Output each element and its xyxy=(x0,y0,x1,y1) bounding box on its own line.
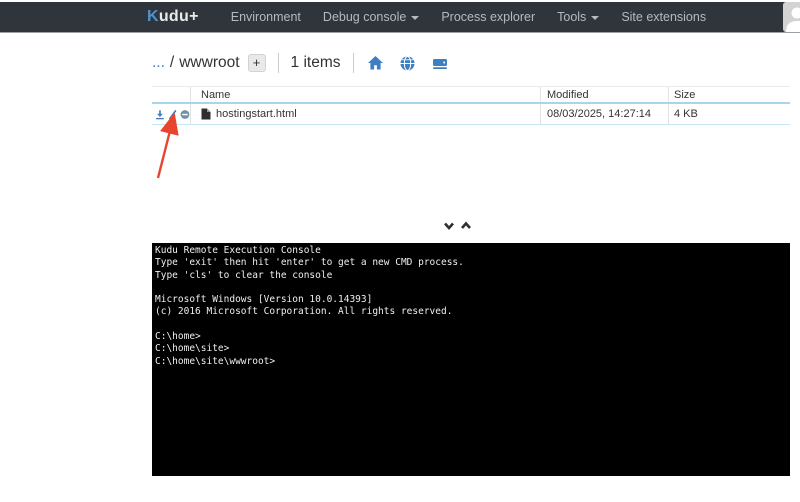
breadcrumb: ... / wwwroot + 1 items xyxy=(152,49,448,77)
breadcrumb-separator: / xyxy=(169,54,175,71)
table-row: hostingstart.html 08/03/2025, 14:27:14 4… xyxy=(152,104,790,125)
divider xyxy=(277,53,279,73)
edit-icon[interactable] xyxy=(168,108,177,121)
console-line: (c) 2016 Microsoft Corporation. All righ… xyxy=(155,306,453,318)
divider xyxy=(352,53,354,73)
nav-item-tools[interactable]: Tools xyxy=(546,10,610,24)
console-prompt-line: C:\home\site\wwwroot> xyxy=(155,355,276,367)
file-table: Name Modified Size hostingstart.html 08/… xyxy=(152,86,790,125)
nav-item-debug-console[interactable]: Debug console xyxy=(312,10,430,24)
file-name: hostingstart.html xyxy=(216,108,297,120)
console-line: Kudu Remote Execution Console xyxy=(155,245,321,256)
caret-down-icon xyxy=(591,15,600,20)
file-name-cell: hostingstart.html xyxy=(190,104,540,124)
console-line: Type 'exit' then hit 'enter' to get a ne… xyxy=(155,257,464,269)
breadcrumb-current-folder: wwwroot xyxy=(179,54,240,71)
console-line: Microsoft Windows [Version 10.0.14393] xyxy=(155,294,373,306)
item-count-label: 1 items xyxy=(290,54,341,71)
download-icon[interactable] xyxy=(155,108,165,121)
nav-item-environment[interactable]: Environment xyxy=(220,10,312,24)
top-navbar: Kudu+ Environment Debug console Process … xyxy=(0,2,800,33)
kudu-logo-rest: udu+ xyxy=(158,8,199,25)
header-modified: Modified xyxy=(540,87,668,102)
drive-icon[interactable] xyxy=(432,56,448,70)
nav-item-site-extensions[interactable]: Site extensions xyxy=(610,10,717,24)
nav-item-process-explorer[interactable]: Process explorer xyxy=(430,10,546,24)
breadcrumb-parent-link[interactable]: ... xyxy=(152,54,165,72)
person-icon xyxy=(786,7,800,32)
home-icon[interactable] xyxy=(367,56,383,70)
caret-down-icon xyxy=(411,15,420,20)
row-action-icons xyxy=(152,104,190,124)
header-size: Size xyxy=(668,87,790,102)
console-line: C:\home> xyxy=(155,331,201,343)
file-table-header: Name Modified Size xyxy=(152,86,790,104)
remote-execution-console[interactable]: Kudu Remote Execution Console Type 'exit… xyxy=(152,243,790,476)
delete-icon[interactable] xyxy=(180,108,190,121)
kudu-logo[interactable]: Kudu+ xyxy=(147,8,199,26)
chevron-down-icon[interactable] xyxy=(443,220,455,232)
globe-icon[interactable] xyxy=(400,55,415,71)
chevron-up-icon[interactable] xyxy=(460,220,472,232)
console-line: Type 'cls' to clear the console xyxy=(155,269,333,281)
nav-menu: Environment Debug console Process explor… xyxy=(220,10,717,24)
header-name: Name xyxy=(190,87,540,102)
user-avatar[interactable] xyxy=(783,2,800,32)
kudu-logo-k: K xyxy=(147,8,159,25)
console-resize-controls xyxy=(443,220,472,232)
shortcut-icons xyxy=(367,55,448,71)
file-modified: 08/03/2025, 14:27:14 xyxy=(540,104,668,124)
new-item-button[interactable]: + xyxy=(247,54,266,72)
file-size: 4 KB xyxy=(668,104,790,124)
file-icon xyxy=(201,108,211,120)
header-actions-cell xyxy=(152,87,190,102)
console-line: C:\home\site> xyxy=(155,343,230,355)
